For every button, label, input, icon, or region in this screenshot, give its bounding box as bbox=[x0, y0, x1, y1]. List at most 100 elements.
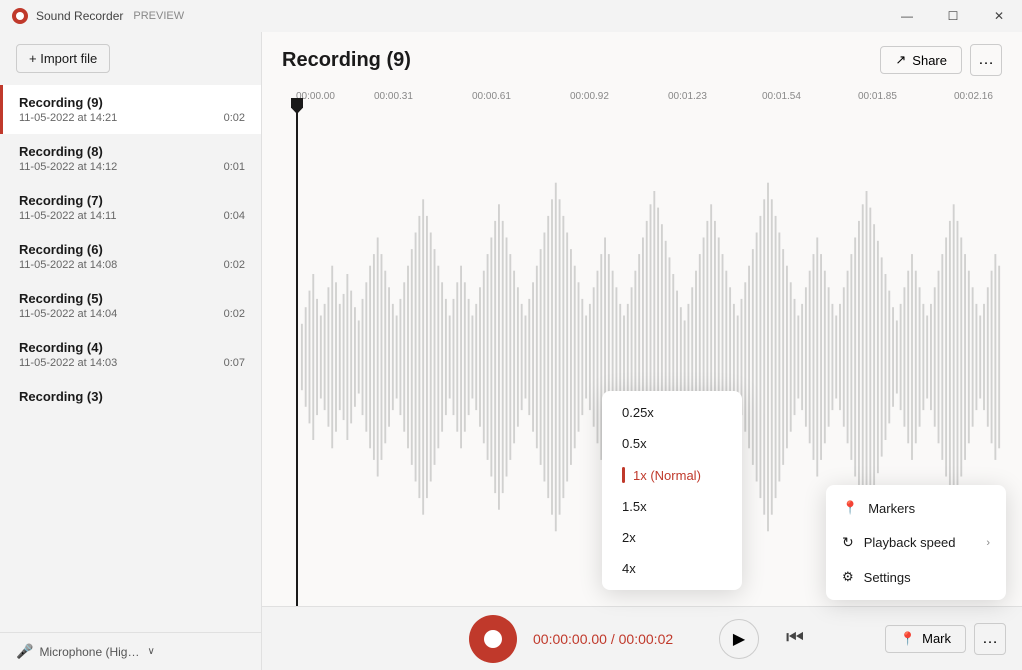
record-button[interactable] bbox=[469, 615, 517, 663]
speed-label: 0.5x bbox=[622, 436, 647, 451]
recording-duration: 0:02 bbox=[224, 112, 245, 124]
share-label: Share bbox=[912, 53, 947, 68]
time-display: 00:00:00.00 / 00:00:02 bbox=[533, 631, 703, 647]
share-button[interactable]: ↗ Share bbox=[880, 46, 962, 74]
recording-meta: 11-05-2022 at 14:12 0:01 bbox=[19, 161, 245, 173]
play-button[interactable]: ▶ bbox=[719, 619, 759, 659]
recording-date: 11-05-2022 at 14:08 bbox=[19, 259, 117, 271]
recording-name: Recording (9) bbox=[19, 95, 245, 110]
microphone-label: Microphone (Hig… bbox=[39, 645, 139, 659]
speed-option-025[interactable]: 0.25x bbox=[602, 397, 742, 428]
markers-label: Markers bbox=[868, 501, 990, 516]
recording-date: 11-05-2022 at 14:11 bbox=[19, 210, 116, 222]
recording-date: 11-05-2022 at 14:21 bbox=[19, 112, 117, 124]
list-item[interactable]: Recording (8) 11-05-2022 at 14:12 0:01 bbox=[0, 134, 261, 183]
play-icon: ▶ bbox=[733, 629, 745, 649]
playback-speed-icon: ↻ bbox=[842, 534, 854, 551]
speed-label: 1.5x bbox=[622, 499, 647, 514]
microphone-icon: 🎤 bbox=[16, 643, 33, 660]
close-button[interactable]: ✕ bbox=[976, 0, 1022, 32]
recording-name: Recording (4) bbox=[19, 340, 245, 355]
recording-meta: 11-05-2022 at 14:21 0:02 bbox=[19, 112, 245, 124]
record-indicator bbox=[484, 630, 502, 648]
total-time: 00:00:02 bbox=[619, 631, 674, 647]
recording-meta: 11-05-2022 at 14:08 0:02 bbox=[19, 259, 245, 271]
more-controls-button[interactable]: … bbox=[974, 623, 1006, 655]
maximize-button[interactable]: ☐ bbox=[930, 0, 976, 32]
speed-option-15x[interactable]: 1.5x bbox=[602, 491, 742, 522]
microphone-selector[interactable]: 🎤 Microphone (Hig… ∨ bbox=[0, 632, 261, 670]
list-item[interactable]: Recording (5) 11-05-2022 at 14:04 0:02 bbox=[0, 281, 261, 330]
speed-label: 0.25x bbox=[622, 405, 654, 420]
list-item[interactable]: Recording (6) 11-05-2022 at 14:08 0:02 bbox=[0, 232, 261, 281]
speed-label: 4x bbox=[622, 561, 636, 576]
recording-list: Recording (9) 11-05-2022 at 14:21 0:02 R… bbox=[0, 85, 261, 632]
list-item[interactable]: Recording (4) 11-05-2022 at 14:03 0:07 bbox=[0, 330, 261, 379]
timeline-ruler: 00:00.00 00:00.31 00:00.61 00:00.92 00:0… bbox=[282, 84, 1002, 108]
preview-badge: PREVIEW bbox=[133, 10, 184, 22]
tick-4: 00:01.23 bbox=[668, 91, 707, 102]
recording-date: 11-05-2022 at 14:03 bbox=[19, 357, 117, 369]
tick-3: 00:00.92 bbox=[570, 91, 609, 102]
titlebar: Sound Recorder PREVIEW — ☐ ✕ bbox=[0, 0, 1022, 32]
chevron-right-icon: › bbox=[986, 537, 990, 549]
sidebar-header: + Import file bbox=[0, 32, 261, 85]
skip-to-start-button[interactable]: ⏮ bbox=[775, 619, 815, 659]
active-indicator bbox=[622, 467, 625, 483]
recording-duration: 0:02 bbox=[224, 259, 245, 271]
share-icon: ↗ bbox=[895, 52, 906, 68]
speed-option-4x[interactable]: 4x bbox=[602, 553, 742, 584]
recording-date: 11-05-2022 at 14:12 bbox=[19, 161, 117, 173]
recording-duration: 0:01 bbox=[224, 161, 245, 173]
app-icon bbox=[12, 8, 28, 24]
recording-name: Recording (8) bbox=[19, 144, 245, 159]
mark-button[interactable]: 📍 Mark bbox=[885, 625, 966, 653]
app-title: Sound Recorder bbox=[36, 9, 123, 23]
context-item-settings[interactable]: ⚙ Settings bbox=[826, 560, 1006, 594]
more-options-button[interactable]: … bbox=[970, 44, 1002, 76]
topbar-actions: ↗ Share … bbox=[880, 44, 1002, 76]
tick-7: 00:02.16 bbox=[954, 91, 993, 102]
list-item[interactable]: Recording (9) 11-05-2022 at 14:21 0:02 bbox=[0, 85, 261, 134]
page-title: Recording (9) bbox=[282, 49, 411, 72]
speed-label: 1x (Normal) bbox=[633, 468, 701, 483]
recording-meta: 11-05-2022 at 14:03 0:07 bbox=[19, 357, 245, 369]
tick-2: 00:00.61 bbox=[472, 91, 511, 102]
recording-name: Recording (3) bbox=[19, 389, 245, 404]
list-item[interactable]: Recording (7) 11-05-2022 at 14:11 0:04 bbox=[0, 183, 261, 232]
titlebar-left: Sound Recorder PREVIEW bbox=[12, 8, 184, 24]
chevron-down-icon: ∨ bbox=[147, 646, 154, 657]
topbar: Recording (9) ↗ Share … bbox=[262, 32, 1022, 84]
markers-icon: 📍 bbox=[842, 500, 858, 516]
context-item-markers[interactable]: 📍 Markers bbox=[826, 491, 1006, 525]
recording-duration: 0:07 bbox=[224, 357, 245, 369]
recording-duration: 0:02 bbox=[224, 308, 245, 320]
speed-option-1x[interactable]: 1x (Normal) bbox=[602, 459, 742, 491]
app-body: + Import file Recording (9) 11-05-2022 a… bbox=[0, 32, 1022, 670]
settings-icon: ⚙ bbox=[842, 569, 854, 585]
recording-meta: 11-05-2022 at 14:04 0:02 bbox=[19, 308, 245, 320]
recording-name: Recording (5) bbox=[19, 291, 245, 306]
location-icon: 📍 bbox=[900, 631, 916, 647]
tick-6: 00:01.85 bbox=[858, 91, 897, 102]
context-item-playback-speed[interactable]: ↻ Playback speed › bbox=[826, 525, 1006, 560]
list-item[interactable]: Recording (3) bbox=[0, 379, 261, 416]
bottom-controls: 00:00:00.00 / 00:00:02 ▶ ⏮ 📍 Mark … bbox=[262, 606, 1022, 670]
mark-label: Mark bbox=[922, 631, 951, 646]
tick-5: 00:01.54 bbox=[762, 91, 801, 102]
speed-option-2x[interactable]: 2x bbox=[602, 522, 742, 553]
settings-label: Settings bbox=[864, 570, 990, 585]
recording-date: 11-05-2022 at 14:04 bbox=[19, 308, 117, 320]
current-time: 00:00:00.00 bbox=[533, 631, 607, 647]
tick-1: 00:00.31 bbox=[374, 91, 413, 102]
import-file-button[interactable]: + Import file bbox=[16, 44, 110, 73]
minimize-button[interactable]: — bbox=[884, 0, 930, 32]
speed-dropdown: 0.25x 0.5x 1x (Normal) 1.5x 2x 4x bbox=[602, 391, 742, 590]
sidebar: + Import file Recording (9) 11-05-2022 a… bbox=[0, 32, 262, 670]
recording-name: Recording (6) bbox=[19, 242, 245, 257]
recording-duration: 0:04 bbox=[224, 210, 245, 222]
speed-option-05[interactable]: 0.5x bbox=[602, 428, 742, 459]
playhead bbox=[296, 103, 298, 606]
window-controls: — ☐ ✕ bbox=[884, 0, 1022, 32]
speed-label: 2x bbox=[622, 530, 636, 545]
